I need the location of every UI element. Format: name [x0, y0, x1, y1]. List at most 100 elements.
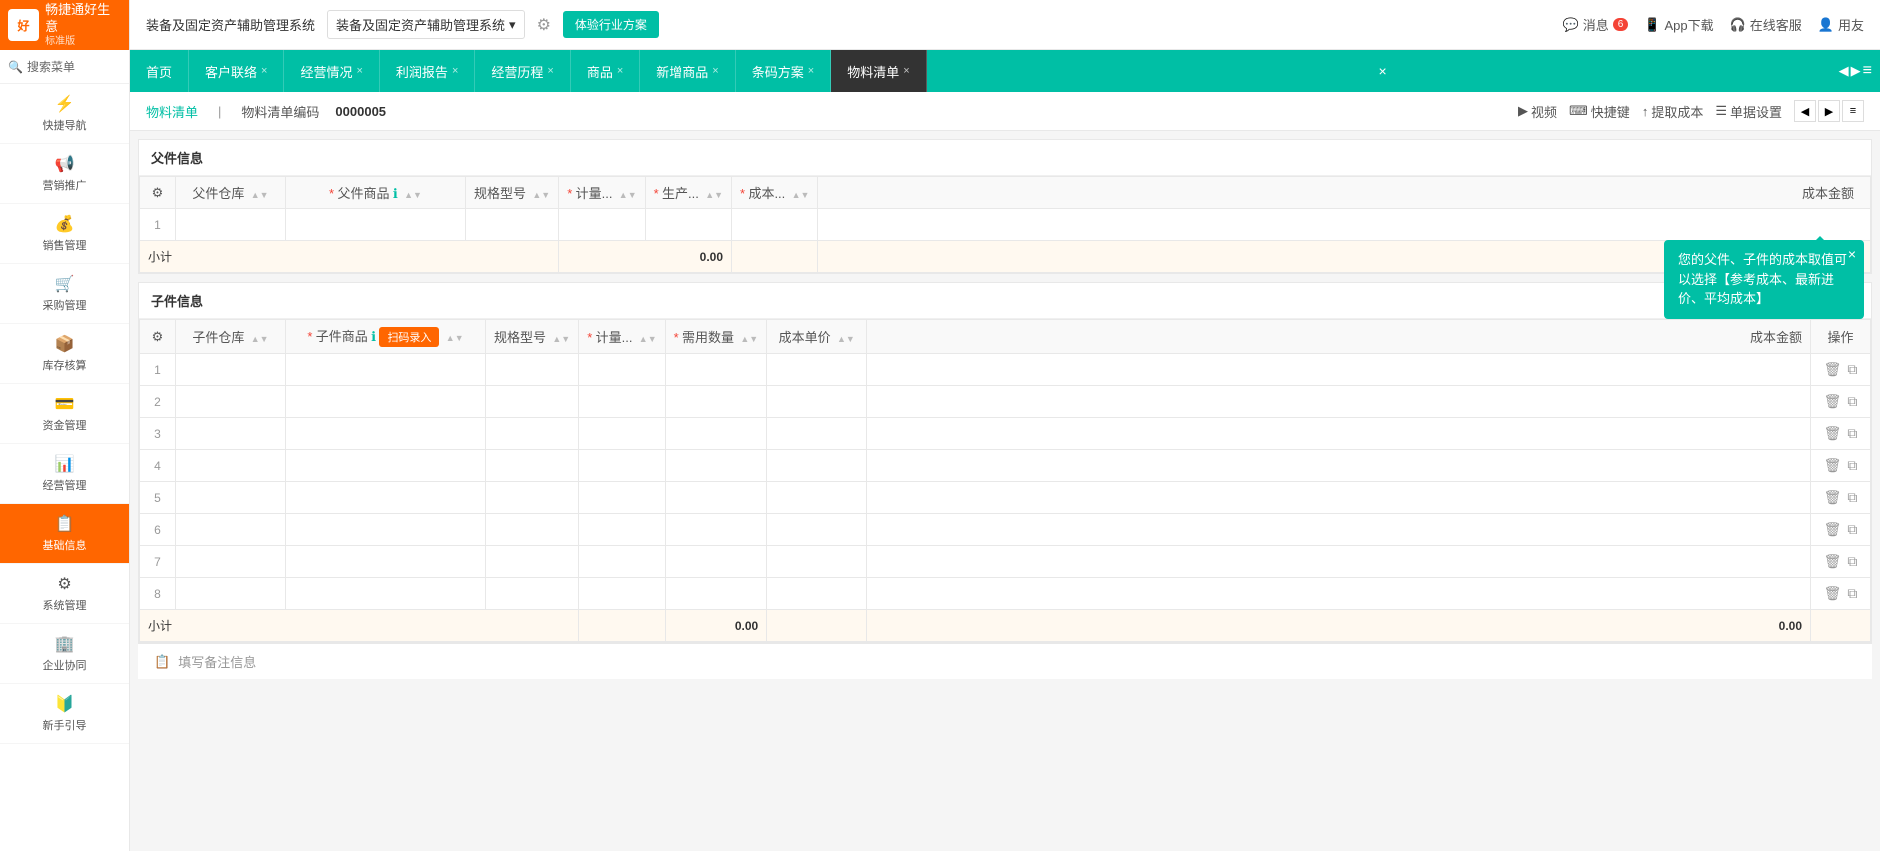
child-unit-cell[interactable] [579, 386, 665, 418]
child-costamount-cell[interactable] [867, 418, 1811, 450]
child-unit-cell[interactable] [579, 482, 665, 514]
th-parent-production[interactable]: * 生产... ▲▼ [645, 177, 731, 209]
try-button[interactable]: 体验行业方案 [563, 11, 659, 38]
tab-menu-btn[interactable]: ≡ [1863, 62, 1872, 80]
note-hint[interactable]: 填写备注信息 [178, 652, 256, 671]
tab-bom-list[interactable]: 物料清单 × [831, 50, 926, 92]
parent-spec-cell[interactable] [466, 209, 559, 241]
sidebar-item-inventory[interactable]: 📦 库存核算 [0, 324, 129, 384]
sidebar-item-purchase[interactable]: 🛒 采购管理 [0, 264, 129, 324]
tab-operations-history[interactable]: 经营历程 × [475, 50, 570, 92]
delete-icon[interactable]: 🗑 [1824, 553, 1842, 570]
child-warehouse-cell[interactable] [176, 546, 286, 578]
sidebar-item-finance[interactable]: 💳 资金管理 [0, 384, 129, 444]
child-spec-cell[interactable] [486, 450, 579, 482]
th-child-spec[interactable]: 规格型号 ▲▼ [486, 320, 579, 354]
th-child-warehouse[interactable]: 子件仓库 ▲▼ [176, 320, 286, 354]
tooltip-close-btn[interactable]: × [1848, 244, 1856, 265]
th-parent-settings[interactable]: ⚙ [140, 177, 176, 209]
tab-nav-left-btn[interactable]: ◀ [1839, 63, 1849, 79]
child-spec-cell[interactable] [486, 578, 579, 610]
tab-products[interactable]: 商品 × [571, 50, 640, 92]
child-warehouse-cell[interactable] [176, 450, 286, 482]
parent-unit-cell[interactable] [559, 209, 645, 241]
tab-close-icon[interactable]: × [261, 65, 267, 77]
copy-icon[interactable]: ⧉ [1847, 489, 1857, 506]
child-product-cell[interactable] [286, 354, 486, 386]
child-needed-cell[interactable] [665, 386, 767, 418]
parent-costamount-cell[interactable] [818, 209, 1871, 241]
child-warehouse-cell[interactable] [176, 418, 286, 450]
child-warehouse-cell[interactable] [176, 578, 286, 610]
doc-prev-btn[interactable]: ◀ [1794, 100, 1816, 122]
th-parent-warehouse[interactable]: 父件仓库 ▲▼ [176, 177, 286, 209]
sidebar-item-sales[interactable]: 💰 销售管理 [0, 204, 129, 264]
th-parent-cost[interactable]: * 成本... ▲▼ [732, 177, 818, 209]
tab-barcode[interactable]: 条码方案 × [736, 50, 831, 92]
child-unitcost-cell[interactable] [767, 450, 867, 482]
copy-icon[interactable]: ⧉ [1847, 393, 1857, 410]
copy-icon[interactable]: ⧉ [1847, 521, 1857, 538]
child-needed-cell[interactable] [665, 578, 767, 610]
child-needed-cell[interactable] [665, 482, 767, 514]
child-costamount-cell[interactable] [867, 578, 1811, 610]
tab-operations-status[interactable]: 经营情况 × [284, 50, 379, 92]
tab-close-icon[interactable]: × [903, 65, 909, 77]
child-costamount-cell[interactable] [867, 386, 1811, 418]
child-product-cell[interactable] [286, 482, 486, 514]
child-unitcost-cell[interactable] [767, 386, 867, 418]
child-needed-cell[interactable] [665, 514, 767, 546]
gear-settings-icon[interactable]: ⚙ [537, 15, 551, 35]
child-costamount-cell[interactable] [867, 514, 1811, 546]
child-product-cell[interactable] [286, 386, 486, 418]
delete-icon[interactable]: 🗑 [1824, 425, 1842, 442]
tab-close-icon[interactable]: × [617, 65, 623, 77]
child-spec-cell[interactable] [486, 546, 579, 578]
tab-close-icon[interactable]: × [547, 65, 553, 77]
child-spec-cell[interactable] [486, 514, 579, 546]
tab-add-product[interactable]: 新增商品 × [640, 50, 735, 92]
th-child-unitcost[interactable]: 成本单价 ▲▼ [767, 320, 867, 354]
th-child-unit[interactable]: * 计量... ▲▼ [579, 320, 665, 354]
th-child-needed[interactable]: * 需用数量 ▲▼ [665, 320, 767, 354]
child-product-cell[interactable] [286, 578, 486, 610]
sidebar-item-guide[interactable]: 🔰 新手引导 [0, 684, 129, 744]
child-unitcost-cell[interactable] [767, 578, 867, 610]
extract-cost-btn[interactable]: ↑ 提取成本 [1642, 102, 1704, 121]
th-child-settings[interactable]: ⚙ [140, 320, 176, 354]
child-needed-cell[interactable] [665, 418, 767, 450]
child-needed-cell[interactable] [665, 354, 767, 386]
child-product-cell[interactable] [286, 546, 486, 578]
parent-product-cell[interactable] [286, 209, 466, 241]
delete-icon[interactable]: 🗑 [1824, 361, 1842, 378]
search-menu[interactable]: 🔍 搜索菜单 [0, 50, 129, 84]
child-warehouse-cell[interactable] [176, 482, 286, 514]
child-warehouse-cell[interactable] [176, 354, 286, 386]
copy-icon[interactable]: ⧉ [1847, 425, 1857, 442]
child-unitcost-cell[interactable] [767, 418, 867, 450]
message-btn[interactable]: 💬 消息 6 [1563, 15, 1629, 34]
child-spec-cell[interactable] [486, 386, 579, 418]
child-unit-cell[interactable] [579, 418, 665, 450]
sidebar-item-quick-nav[interactable]: ⚡ 快捷导航 [0, 84, 129, 144]
child-spec-cell[interactable] [486, 482, 579, 514]
delete-icon[interactable]: 🗑 [1824, 489, 1842, 506]
child-needed-cell[interactable] [665, 546, 767, 578]
child-needed-cell[interactable] [665, 450, 767, 482]
child-warehouse-cell[interactable] [176, 386, 286, 418]
user-btn[interactable]: 👤 用友 [1818, 15, 1864, 34]
tab-area-close-btn[interactable]: × [1367, 63, 1399, 79]
delete-icon[interactable]: 🗑 [1824, 393, 1842, 410]
view-video-btn[interactable]: ▶ 视频 [1518, 102, 1557, 121]
scan-input-btn[interactable]: 扫码录入 [379, 327, 439, 347]
copy-icon[interactable]: ⧉ [1847, 361, 1857, 378]
child-costamount-cell[interactable] [867, 450, 1811, 482]
th-child-product[interactable]: * 子件商品 ℹ 扫码录入 ▲▼ [286, 320, 486, 354]
copy-icon[interactable]: ⧉ [1847, 553, 1857, 570]
child-spec-cell[interactable] [486, 354, 579, 386]
sidebar-item-marketing[interactable]: 📢 营销推广 [0, 144, 129, 204]
child-warehouse-cell[interactable] [176, 514, 286, 546]
child-unitcost-cell[interactable] [767, 546, 867, 578]
child-costamount-cell[interactable] [867, 482, 1811, 514]
child-unit-cell[interactable] [579, 450, 665, 482]
